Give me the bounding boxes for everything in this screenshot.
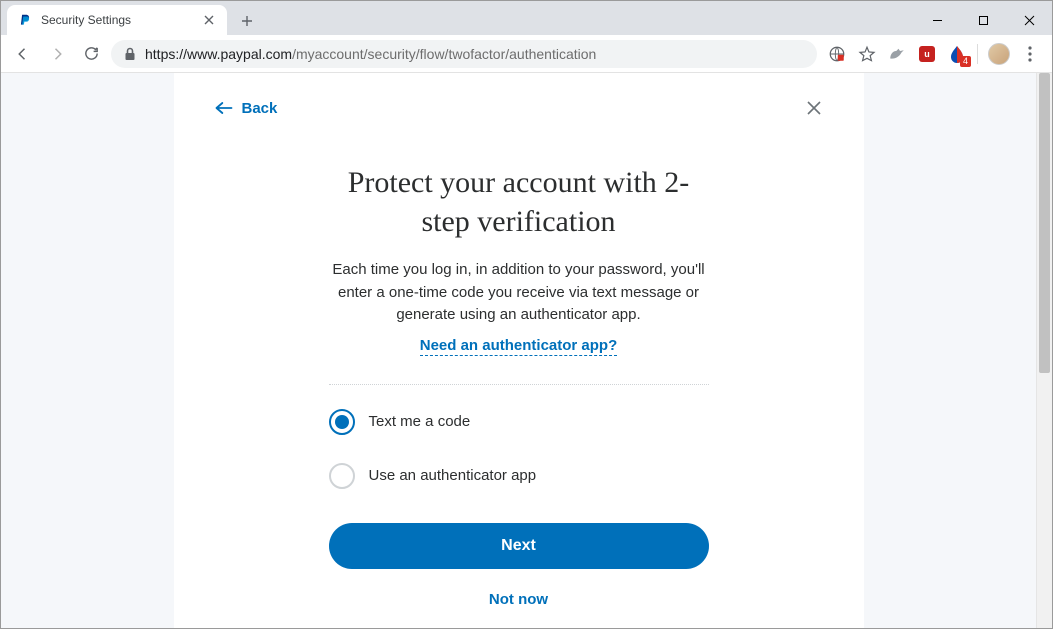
security-card: Back Protect your account with 2-step ve… bbox=[174, 73, 864, 628]
card-content: Protect your account with 2-step verific… bbox=[329, 163, 709, 608]
option-auth-app[interactable]: Use an authenticator app bbox=[329, 463, 709, 489]
tab-close-icon[interactable] bbox=[201, 12, 217, 28]
translate-icon[interactable] bbox=[827, 44, 847, 64]
not-now-link[interactable]: Not now bbox=[329, 591, 709, 608]
browser-window: Security Settings https://www.paypal.com… bbox=[0, 0, 1053, 629]
divider bbox=[329, 384, 709, 385]
toolbar-separator bbox=[977, 44, 978, 64]
page-description: Each time you log in, in addition to you… bbox=[329, 259, 709, 327]
option-text-code-label: Text me a code bbox=[369, 413, 471, 430]
option-text-code[interactable]: Text me a code bbox=[329, 409, 709, 435]
address-bar[interactable]: https://www.paypal.com/myaccount/securit… bbox=[111, 40, 817, 68]
page-viewport: Back Protect your account with 2-step ve… bbox=[1, 73, 1052, 628]
url-text: https://www.paypal.com/myaccount/securit… bbox=[145, 46, 596, 62]
arrow-left-icon bbox=[214, 100, 234, 116]
window-maximize-icon[interactable] bbox=[960, 5, 1006, 35]
window-minimize-icon[interactable] bbox=[914, 5, 960, 35]
vertical-scrollbar[interactable] bbox=[1036, 73, 1052, 628]
radio-selected-icon[interactable] bbox=[329, 409, 355, 435]
nav-forward-icon[interactable] bbox=[43, 40, 71, 68]
page-body: Back Protect your account with 2-step ve… bbox=[1, 73, 1036, 628]
new-tab-button[interactable] bbox=[233, 7, 261, 35]
close-icon[interactable] bbox=[804, 98, 824, 118]
chrome-menu-icon[interactable] bbox=[1020, 44, 1040, 64]
window-controls bbox=[914, 5, 1052, 35]
option-auth-app-label: Use an authenticator app bbox=[369, 467, 537, 484]
scrollbar-thumb[interactable] bbox=[1039, 73, 1050, 373]
extension-badge: 4 bbox=[960, 56, 971, 67]
ublock-shield-icon[interactable]: u bbox=[917, 44, 937, 64]
nav-reload-icon[interactable] bbox=[77, 40, 105, 68]
help-link[interactable]: Need an authenticator app? bbox=[420, 337, 618, 356]
page-title: Protect your account with 2-step verific… bbox=[329, 163, 709, 241]
profile-avatar-icon[interactable] bbox=[988, 43, 1010, 65]
browser-tab[interactable]: Security Settings bbox=[7, 5, 227, 35]
lastpass-droplet-icon[interactable]: 4 bbox=[947, 44, 967, 64]
next-button[interactable]: Next bbox=[329, 523, 709, 569]
url-path: /myaccount/security/flow/twofactor/authe… bbox=[292, 46, 596, 62]
bookmark-star-icon[interactable] bbox=[857, 44, 877, 64]
window-close-icon[interactable] bbox=[1006, 5, 1052, 35]
lock-icon bbox=[123, 47, 137, 61]
toolbar-right-icons: u 4 bbox=[823, 43, 1044, 65]
browser-toolbar: https://www.paypal.com/myaccount/securit… bbox=[1, 35, 1052, 73]
extension-bird-icon[interactable] bbox=[887, 44, 907, 64]
tab-strip: Security Settings bbox=[1, 1, 1052, 35]
nav-back-icon[interactable] bbox=[9, 40, 37, 68]
paypal-favicon bbox=[17, 12, 33, 28]
url-host: https://www.paypal.com bbox=[145, 46, 292, 62]
back-label: Back bbox=[242, 100, 278, 117]
radio-unselected-icon[interactable] bbox=[329, 463, 355, 489]
card-header: Back bbox=[214, 73, 824, 143]
tab-title: Security Settings bbox=[41, 13, 131, 27]
back-link[interactable]: Back bbox=[214, 100, 278, 117]
